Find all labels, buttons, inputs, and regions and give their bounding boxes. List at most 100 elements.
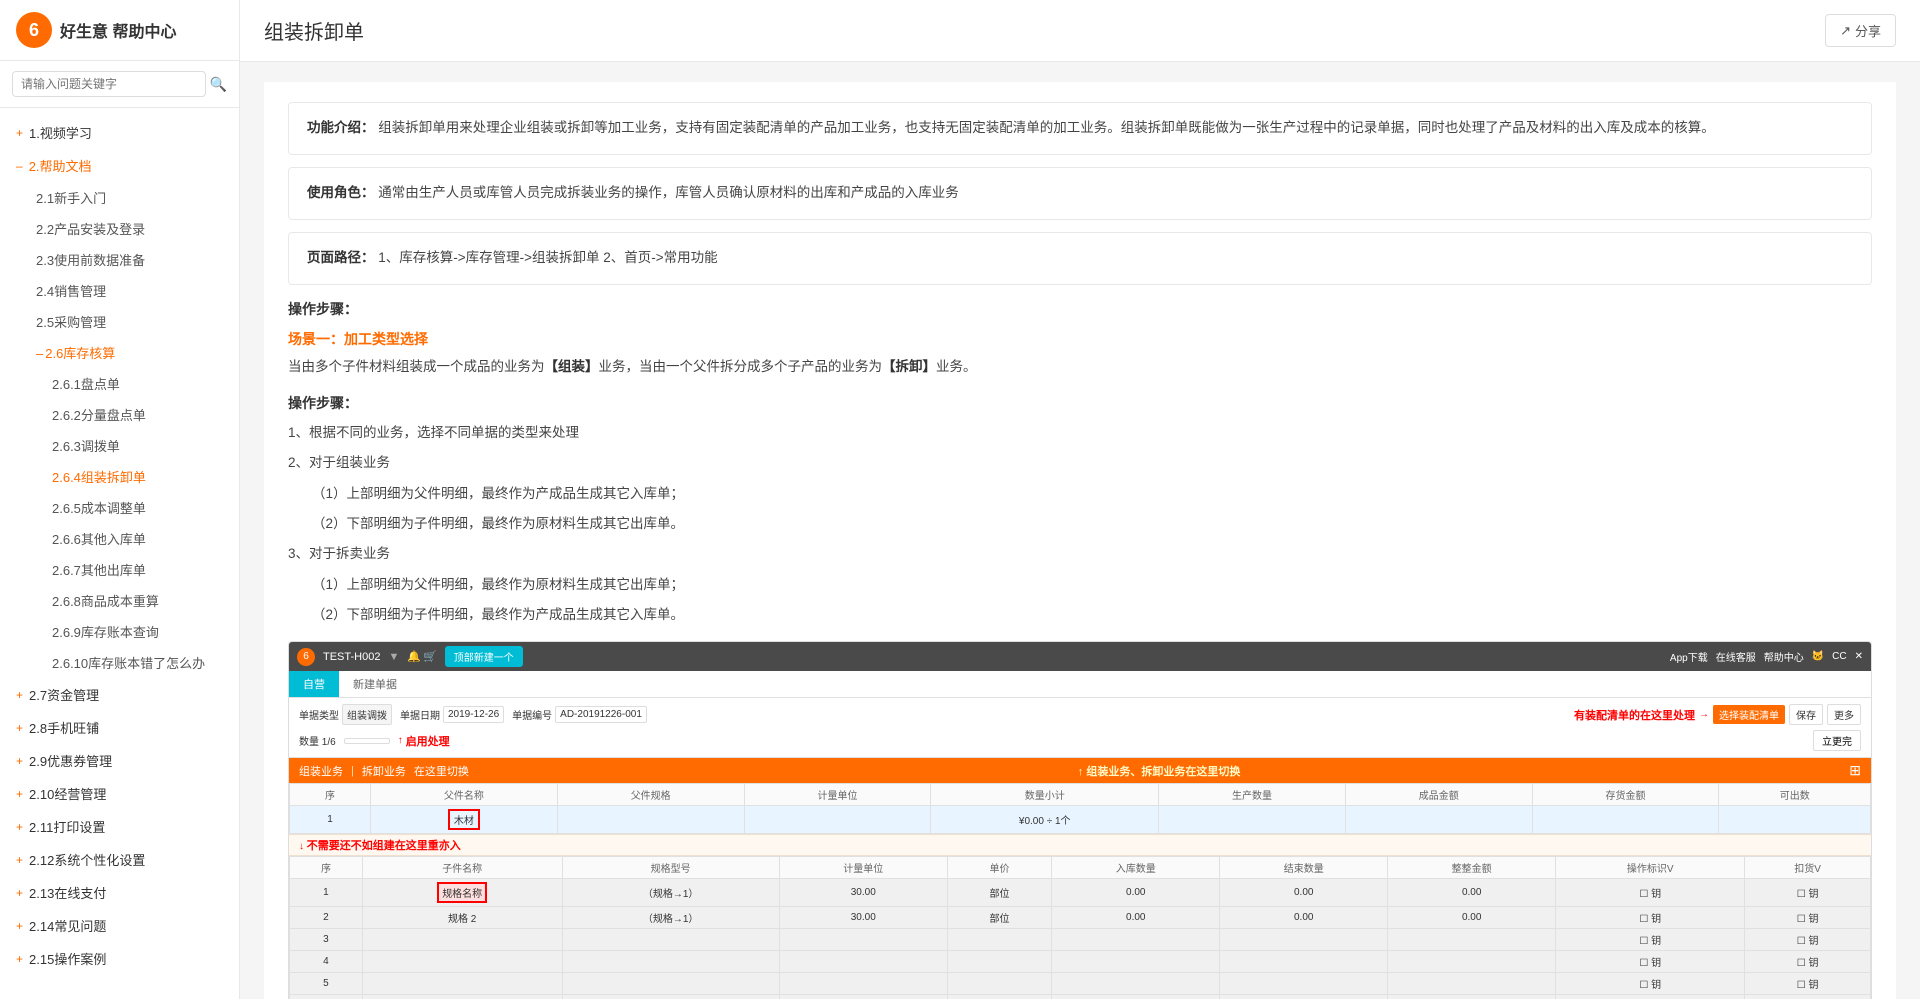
intro-text: 组装拆卸单用来处理企业组装或拆卸等加工业务，支持有固定装配清单的产品加工业务，也… xyxy=(378,120,1715,135)
sidebar-header: 6 好生意 帮助中心 xyxy=(0,0,239,61)
mock-cell xyxy=(1052,929,1220,951)
sidebar-item-2-6-9[interactable]: 2.6.9库存账本查询 xyxy=(0,616,239,647)
sidebar-item-2-15[interactable]: +2.15操作案例 xyxy=(0,942,239,975)
search-box[interactable]: 🔍 xyxy=(0,61,239,108)
mock-confirm-btn[interactable]: 立更完 xyxy=(1813,730,1861,751)
sidebar-item-video[interactable]: + 1.视频学习 xyxy=(0,116,239,149)
sidebar-item-2-8[interactable]: +2.8手机旺铺 xyxy=(0,711,239,744)
mock-cell xyxy=(947,951,1052,973)
sidebar-item-2-6-3[interactable]: 2.6.3调拨单 xyxy=(0,430,239,461)
mock-col-seq2: 序 xyxy=(290,857,363,879)
mock-cell: ☐ 钥 xyxy=(1556,995,1745,999)
mock-date-field: 单据日期 2019-12-26 xyxy=(400,706,504,723)
sidebar-item-2-10[interactable]: +2.10经营管理 xyxy=(0,777,239,810)
mock-cell xyxy=(1052,995,1220,999)
sidebar-item-2-2[interactable]: 2.2产品安装及登录 xyxy=(0,213,239,244)
mock-cell: 规格名称 xyxy=(362,879,562,907)
mock-col-op-flag: 操作标识V xyxy=(1556,857,1745,879)
mock-form-row2: 数量 1/6 ↑ 启用处理 立更完 xyxy=(299,730,1861,751)
mock-cell: ☐ 钥 xyxy=(1745,929,1871,951)
sidebar-item-2-3[interactable]: 2.3使用前数据准备 xyxy=(0,244,239,275)
sidebar-item-2-7[interactable]: +2.7资金管理 xyxy=(0,678,239,711)
sidebar-item-2-6-4[interactable]: 2.6.4组装拆卸单 xyxy=(0,461,239,492)
scene-title: 场景一：加工类型选择 xyxy=(288,329,1872,349)
mock-cell: ☐ 钥 xyxy=(1556,929,1745,951)
mock-cell: ☐ 钥 xyxy=(1556,907,1745,929)
mock-titlebar: 6 TEST-H002 ▼ 🔔 🛒 顶部新建一个 App下载 在线客服 xyxy=(289,642,1871,671)
mock-help-center: 帮助中心 xyxy=(1764,649,1804,664)
mock-cell: ☐ 钥 xyxy=(1745,995,1871,999)
path-label: 页面路径： xyxy=(307,250,375,265)
sidebar-item-2-6[interactable]: –2.6库存核算 xyxy=(0,337,239,368)
mock-cell xyxy=(1388,951,1556,973)
share-button[interactable]: ↗ 分享 xyxy=(1825,14,1896,47)
sidebar-item-2-6-6[interactable]: 2.6.6其他入库单 xyxy=(0,523,239,554)
mock-billno-label: 单据编号 xyxy=(512,707,552,722)
sidebar-item-2-6-8[interactable]: 2.6.8商品成本重算 xyxy=(0,585,239,616)
mock-cell: ☐ 钥 xyxy=(1556,879,1745,907)
mock-nav: 自营 新建单据 xyxy=(289,671,1871,698)
mock-cell: 5 xyxy=(290,973,363,995)
sidebar-item-2-12[interactable]: +2.12系统个性化设置 xyxy=(0,843,239,876)
mock-arrow-down5: ↓ xyxy=(299,841,304,852)
mock-cell xyxy=(779,995,947,999)
sidebar-item-docs[interactable]: – 2.帮助文档 xyxy=(0,149,239,182)
mock-logo: 6 xyxy=(297,648,315,666)
sidebar-item-2-6-5[interactable]: 2.6.5成本调整单 xyxy=(0,492,239,523)
search-input[interactable] xyxy=(12,71,206,97)
mock-col-in-qty: 入库数量 xyxy=(1052,857,1220,879)
mock-cell: 0.00 xyxy=(1388,907,1556,929)
minus-icon: – xyxy=(16,159,23,173)
mock-assembly-business: 组装业务 xyxy=(299,763,343,779)
mock-save-btn[interactable]: 保存 xyxy=(1789,704,1823,725)
sidebar-item-2-9[interactable]: +2.9优惠券管理 xyxy=(0,744,239,777)
mock-tab-new[interactable]: 新建单据 xyxy=(339,671,411,697)
mock-col-produce-qty: 生产数量 xyxy=(1159,784,1346,806)
mock-top-table: 序 父件名称 父件规格 计量单位 数量小计 生产数量 成品金额 存货金额 可出数 xyxy=(289,783,1871,834)
sidebar-item-2-5[interactable]: 2.5采购管理 xyxy=(0,306,239,337)
sidebar-item-2-6-1[interactable]: 2.6.1盘点单 xyxy=(0,368,239,399)
mock-cell: 0.00 xyxy=(1220,879,1388,907)
step3: 3、对于拆卖业务 xyxy=(288,542,1872,566)
mock-assembly-btn[interactable]: 选择装配清单 xyxy=(1713,705,1785,724)
plus-icon: + xyxy=(16,787,23,801)
mock-cell xyxy=(947,995,1052,999)
sidebar-item-2-11[interactable]: +2.11打印设置 xyxy=(0,810,239,843)
mock-form-row: 单据类型 组装调拨 单据日期 2019-12-26 单据编号 AD-201912… xyxy=(299,704,1861,725)
mock-top-table-header: 序 父件名称 父件规格 计量单位 数量小计 生产数量 成品金额 存货金额 可出数 xyxy=(290,784,1871,806)
mock-bottom-row-6: 6 ☐ 钥 ☐ 钥 xyxy=(290,995,1871,999)
mock-annotation1-area: 有装配清单的在这里处理 → 选择装配清单 保存 更多 xyxy=(1574,704,1861,725)
mock-status-icons: 🔔 🛒 xyxy=(407,650,436,663)
mock-cell: 30.00 xyxy=(779,907,947,929)
sidebar-item-2-4[interactable]: 2.4销售管理 xyxy=(0,275,239,306)
mock-cell xyxy=(362,951,562,973)
mock-col-product-amt: 成品金额 xyxy=(1345,784,1532,806)
search-button[interactable]: 🔍 xyxy=(210,76,227,93)
mock-switcher-left: 组装业务 | 拆卸业务 在这里切换 xyxy=(299,763,469,779)
mock-type-switcher: 组装业务 | 拆卸业务 在这里切换 ↑ 组装业务、拆卸业务在这里切换 ⊞ xyxy=(289,758,1871,783)
mock-tab-spacer xyxy=(411,671,1871,697)
page-title: 组装拆卸单 xyxy=(264,16,364,45)
mock-cell: 30.00 xyxy=(779,879,947,907)
mock-arrow-up3: ↑ xyxy=(398,735,403,746)
sidebar-item-2-6-7[interactable]: 2.6.7其他出库单 xyxy=(0,554,239,585)
mock-more-btn[interactable]: 更多 xyxy=(1827,704,1861,725)
mock-top-table-body: 1 木材 ¥0.00 ÷ 1个 xyxy=(290,806,1871,834)
mock-cell xyxy=(744,806,931,834)
sidebar-item-2-6-2[interactable]: 2.6.2分量盘点单 xyxy=(0,399,239,430)
mock-tab-ziying[interactable]: 自营 xyxy=(289,671,339,697)
mock-bottom-table: 序 子件名称 规格型号 计量单位 单价 入库数量 结束数量 整整金额 操作标识V xyxy=(289,856,1871,999)
plus-icon: + xyxy=(16,853,23,867)
sidebar-item-2-14[interactable]: +2.14常见问题 xyxy=(0,909,239,942)
sidebar-item-2-1[interactable]: 2.1新手入门 xyxy=(0,182,239,213)
mock-new-btn[interactable]: 顶部新建一个 xyxy=(445,646,523,667)
intro-label: 功能介绍： xyxy=(307,120,375,135)
mock-cell xyxy=(557,806,744,834)
sidebar-item-2-13[interactable]: +2.13在线支付 xyxy=(0,876,239,909)
mock-close-icon: ✕ xyxy=(1855,651,1863,662)
plus-icon: + xyxy=(16,126,23,140)
mock-bottom-row-5: 5 ☐ 钥 ☐ 钥 xyxy=(290,973,1871,995)
mock-bottom-table-body: 1 规格名称 （规格→1） 30.00 部位 0.00 0.00 0 xyxy=(290,879,1871,999)
sidebar-item-2-6-10[interactable]: 2.6.10库存账本错了怎么办 xyxy=(0,647,239,678)
role-label: 使用角色： xyxy=(307,185,375,200)
